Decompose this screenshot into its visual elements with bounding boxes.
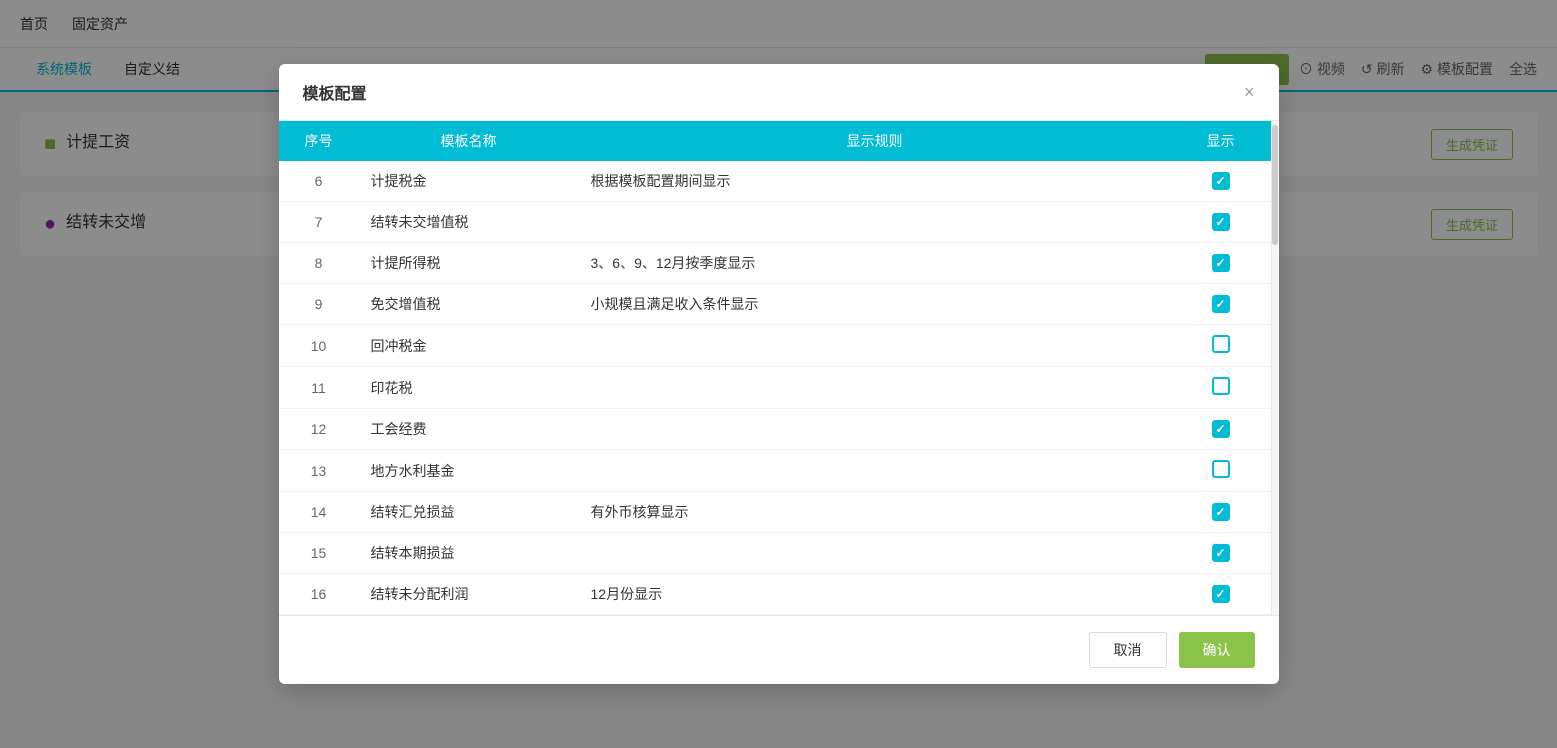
table-row: 6计提税金根据模板配置期间显示 ✓ bbox=[279, 161, 1271, 202]
col-header-name: 模板名称 bbox=[359, 121, 579, 161]
cell-name-2: 计提所得税 bbox=[359, 243, 579, 284]
checkbox-3[interactable]: ✓ bbox=[1212, 295, 1230, 313]
cell-check-1: ✓ bbox=[1171, 202, 1271, 243]
checkbox-2[interactable]: ✓ bbox=[1212, 254, 1230, 272]
table-row: 11印花税 bbox=[279, 367, 1271, 409]
cell-check-0: ✓ bbox=[1171, 161, 1271, 202]
cell-id-3: 9 bbox=[279, 284, 359, 325]
col-header-id: 序号 bbox=[279, 121, 359, 161]
cell-name-6: 工会经费 bbox=[359, 409, 579, 450]
cell-name-3: 免交增值税 bbox=[359, 284, 579, 325]
cell-rule-7 bbox=[579, 450, 1171, 492]
template-config-dialog: 模板配置 × 序号 模板名称 显示规则 显示 bbox=[279, 64, 1279, 684]
cell-rule-1 bbox=[579, 202, 1171, 243]
cell-check-4 bbox=[1171, 325, 1271, 367]
cell-name-1: 结转未交增值税 bbox=[359, 202, 579, 243]
dialog-title: 模板配置 bbox=[303, 80, 367, 104]
check-mark-2: ✓ bbox=[1215, 256, 1225, 270]
cell-check-2: ✓ bbox=[1171, 243, 1271, 284]
table-row: 8计提所得税3、6、9、12月按季度显示 ✓ bbox=[279, 243, 1271, 284]
cell-id-5: 11 bbox=[279, 367, 359, 409]
checkbox-8[interactable]: ✓ bbox=[1212, 503, 1230, 521]
cell-check-10: ✓ bbox=[1171, 574, 1271, 615]
checkbox-6[interactable]: ✓ bbox=[1212, 420, 1230, 438]
cell-rule-5 bbox=[579, 367, 1171, 409]
table-header: 序号 模板名称 显示规则 显示 bbox=[279, 121, 1271, 161]
cell-id-9: 15 bbox=[279, 533, 359, 574]
cell-check-9: ✓ bbox=[1171, 533, 1271, 574]
cell-id-6: 12 bbox=[279, 409, 359, 450]
table-scroll-area[interactable]: 序号 模板名称 显示规则 显示 6计提税金根据模板配置期间显示✓7结转未交增值税… bbox=[279, 121, 1271, 615]
cell-check-8: ✓ bbox=[1171, 492, 1271, 533]
cell-id-4: 10 bbox=[279, 325, 359, 367]
cell-name-4: 回冲税金 bbox=[359, 325, 579, 367]
cell-id-2: 8 bbox=[279, 243, 359, 284]
col-header-rule: 显示规则 bbox=[579, 121, 1171, 161]
cancel-button[interactable]: 取消 bbox=[1089, 632, 1167, 668]
cell-name-9: 结转本期损益 bbox=[359, 533, 579, 574]
cell-id-10: 16 bbox=[279, 574, 359, 615]
checkbox-0[interactable]: ✓ bbox=[1212, 172, 1230, 190]
check-mark-3: ✓ bbox=[1215, 297, 1225, 311]
cell-id-8: 14 bbox=[279, 492, 359, 533]
check-mark-9: ✓ bbox=[1215, 546, 1225, 560]
config-table: 序号 模板名称 显示规则 显示 6计提税金根据模板配置期间显示✓7结转未交增值税… bbox=[279, 121, 1271, 615]
dialog-overlay: 模板配置 × 序号 模板名称 显示规则 显示 bbox=[0, 0, 1557, 748]
cell-check-7 bbox=[1171, 450, 1271, 492]
cell-name-8: 结转汇兑损益 bbox=[359, 492, 579, 533]
check-mark-0: ✓ bbox=[1215, 174, 1225, 188]
cell-check-3: ✓ bbox=[1171, 284, 1271, 325]
dialog-footer: 取消 确认 bbox=[279, 615, 1279, 684]
cell-name-7: 地方水利基金 bbox=[359, 450, 579, 492]
checkbox-5[interactable] bbox=[1212, 377, 1230, 395]
cell-rule-0: 根据模板配置期间显示 bbox=[579, 161, 1171, 202]
table-row: 15结转本期损益 ✓ bbox=[279, 533, 1271, 574]
table-row: 9免交增值税小规模且满足收入条件显示 ✓ bbox=[279, 284, 1271, 325]
cell-rule-6 bbox=[579, 409, 1171, 450]
cell-rule-4 bbox=[579, 325, 1171, 367]
dialog-close-button[interactable]: × bbox=[1244, 83, 1255, 101]
col-header-display: 显示 bbox=[1171, 121, 1271, 161]
checkbox-4[interactable] bbox=[1212, 335, 1230, 353]
confirm-button[interactable]: 确认 bbox=[1179, 632, 1255, 668]
checkbox-9[interactable]: ✓ bbox=[1212, 544, 1230, 562]
check-mark-8: ✓ bbox=[1215, 505, 1225, 519]
table-body: 6计提税金根据模板配置期间显示✓7结转未交增值税✓8计提所得税3、6、9、12月… bbox=[279, 161, 1271, 615]
cell-name-0: 计提税金 bbox=[359, 161, 579, 202]
checkbox-7[interactable] bbox=[1212, 460, 1230, 478]
check-mark-6: ✓ bbox=[1215, 422, 1225, 436]
table-row: 16结转未分配利润12月份显示 ✓ bbox=[279, 574, 1271, 615]
cell-id-1: 7 bbox=[279, 202, 359, 243]
cell-check-5 bbox=[1171, 367, 1271, 409]
scroll-track bbox=[1271, 121, 1279, 615]
check-mark-10: ✓ bbox=[1215, 587, 1225, 601]
cell-rule-2: 3、6、9、12月按季度显示 bbox=[579, 243, 1171, 284]
dialog-header: 模板配置 × bbox=[279, 64, 1279, 121]
cell-name-5: 印花税 bbox=[359, 367, 579, 409]
table-row: 12工会经费 ✓ bbox=[279, 409, 1271, 450]
table-row: 7结转未交增值税 ✓ bbox=[279, 202, 1271, 243]
cell-rule-8: 有外币核算显示 bbox=[579, 492, 1171, 533]
table-row: 14结转汇兑损益有外币核算显示 ✓ bbox=[279, 492, 1271, 533]
cell-check-6: ✓ bbox=[1171, 409, 1271, 450]
cell-rule-9 bbox=[579, 533, 1171, 574]
cell-rule-3: 小规模且满足收入条件显示 bbox=[579, 284, 1171, 325]
cell-name-10: 结转未分配利润 bbox=[359, 574, 579, 615]
cell-id-0: 6 bbox=[279, 161, 359, 202]
scroll-thumb[interactable] bbox=[1272, 125, 1278, 245]
table-row: 13地方水利基金 bbox=[279, 450, 1271, 492]
cell-id-7: 13 bbox=[279, 450, 359, 492]
checkbox-1[interactable]: ✓ bbox=[1212, 213, 1230, 231]
cell-rule-10: 12月份显示 bbox=[579, 574, 1171, 615]
checkbox-10[interactable]: ✓ bbox=[1212, 585, 1230, 603]
table-row: 10回冲税金 bbox=[279, 325, 1271, 367]
dialog-body: 序号 模板名称 显示规则 显示 6计提税金根据模板配置期间显示✓7结转未交增值税… bbox=[279, 121, 1279, 615]
check-mark-1: ✓ bbox=[1215, 215, 1225, 229]
